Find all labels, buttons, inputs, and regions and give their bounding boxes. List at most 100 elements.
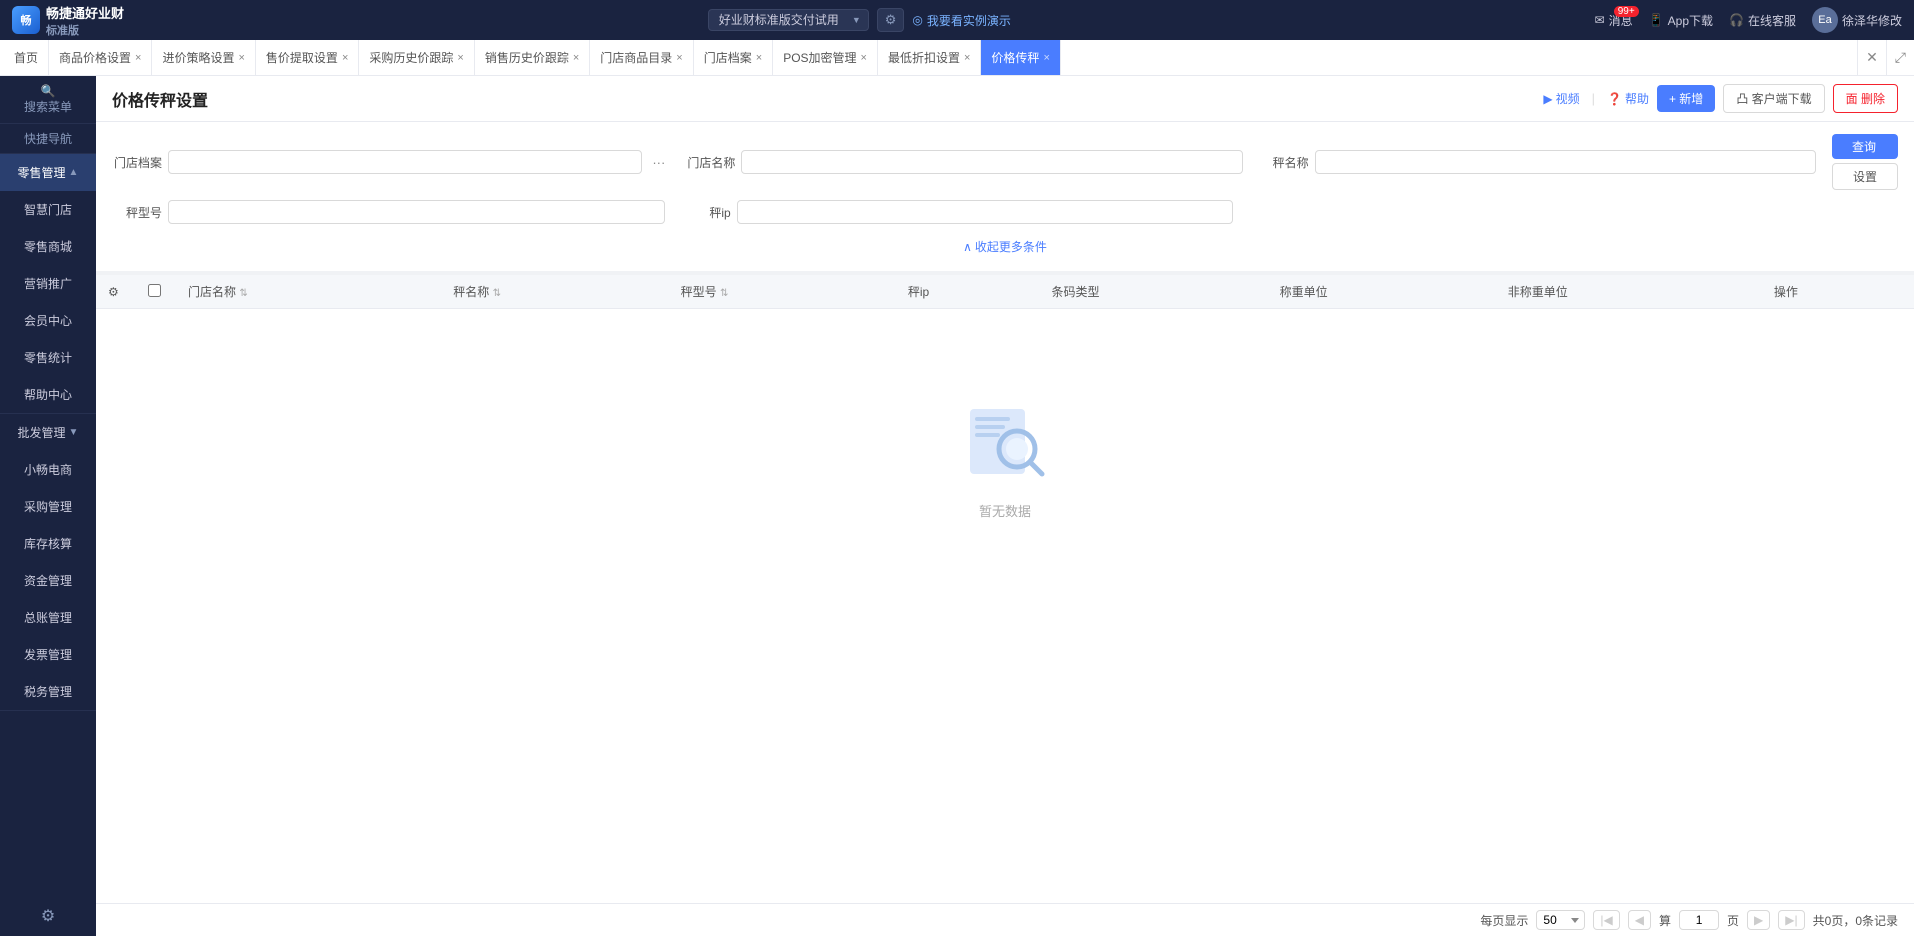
tab-sales-history-close[interactable]: × — [573, 52, 579, 64]
collapse-btn[interactable]: ∧ 收起更多条件 — [963, 238, 1047, 255]
sidebar-item-general-ledger[interactable]: 总账管理 — [0, 599, 96, 636]
download-client-button[interactable]: 凸 客户端下载 — [1723, 84, 1824, 113]
tab-sale-extract[interactable]: 售价提取设置 × — [256, 40, 359, 76]
video-link[interactable]: ▶ 视频 — [1543, 90, 1579, 107]
sidebar-item-tax[interactable]: 税务管理 — [0, 673, 96, 710]
user-menu-btn[interactable]: Ea 徐泽华修改 — [1812, 7, 1902, 33]
sidebar-item-purchase-mgmt-label: 采购管理 — [24, 498, 72, 515]
sidebar-search-label: 搜索菜单 — [6, 98, 90, 115]
sidebar-section-wholesale: 批发管理 ▼ 小畅电商 采购管理 库存核算 资金管理 总账管理 发票管理 税 — [0, 414, 96, 711]
col-scale-model-label: 秤型号 — [681, 285, 717, 299]
col-scale-model-sort-icon[interactable]: ⇅ — [720, 288, 728, 299]
page-word: 算 — [1659, 912, 1671, 929]
page-size-select[interactable]: 10 20 50 100 — [1536, 910, 1585, 930]
sidebar-item-purchase-mgmt[interactable]: 采购管理 — [0, 488, 96, 525]
filter-scale-model: 秤型号 — [112, 200, 665, 224]
tab-store-file[interactable]: 门店档案 × — [694, 40, 773, 76]
sidebar-item-marketing[interactable]: 营销推广 — [0, 265, 96, 302]
tab-pos-encrypt-close[interactable]: × — [861, 52, 867, 64]
tab-expand-btn[interactable]: ⤢ — [1886, 40, 1914, 76]
messages-btn[interactable]: ✉ 消息 99+ — [1595, 12, 1633, 29]
sidebar-item-retail-mgmt[interactable]: 零售管理 ▲ — [0, 154, 96, 191]
tab-close-btn[interactable]: ✕ — [1857, 40, 1886, 76]
online-service-btn[interactable]: 🎧 在线客服 — [1729, 12, 1796, 29]
query-button[interactable]: 查询 — [1832, 134, 1898, 159]
version-select[interactable]: 好业财标准版交付试用 — [708, 9, 869, 31]
col-scale-name-label: 秤名称 — [453, 285, 489, 299]
add-button[interactable]: + 新增 — [1657, 85, 1715, 112]
tab-store-catalog-close[interactable]: × — [676, 52, 682, 64]
tab-purchase-strategy[interactable]: 进价策略设置 × — [152, 40, 255, 76]
tab-sales-history[interactable]: 销售历史价跟踪 × — [475, 40, 590, 76]
filter-scale-ip-input[interactable] — [737, 200, 1234, 224]
col-scale-name-sort-icon[interactable]: ⇅ — [493, 288, 501, 299]
sidebar: 🔍 搜索菜单 快捷导航 零售管理 ▲ 智慧门店 零售商城 营销推广 会员中心 — [0, 76, 96, 936]
top-bar-center: 好业财标准版交付试用 ⚙ ◎ 我要看实例演示 — [708, 8, 1011, 32]
filter-scale-name-input[interactable] — [1315, 150, 1816, 174]
sidebar-item-invoice-label: 发票管理 — [24, 646, 72, 663]
tab-commodity-price-close[interactable]: × — [135, 52, 141, 64]
video-link-label: 视频 — [1556, 90, 1580, 107]
tab-purchase-strategy-close[interactable]: × — [238, 52, 244, 64]
sidebar-item-help-center[interactable]: 帮助中心 — [0, 376, 96, 413]
sidebar-item-inventory[interactable]: 库存核算 — [0, 525, 96, 562]
prev-page-btn[interactable]: ◀ — [1628, 910, 1651, 930]
tab-store-catalog[interactable]: 门店商品目录 × — [590, 40, 693, 76]
tab-sale-extract-label: 售价提取设置 — [266, 49, 338, 66]
sidebar-quick-nav[interactable]: 快捷导航 — [0, 124, 96, 154]
last-page-btn[interactable]: ▶| — [1778, 910, 1804, 930]
sidebar-item-help-center-label: 帮助中心 — [24, 386, 72, 403]
tab-min-discount[interactable]: 最低折扣设置 × — [878, 40, 981, 76]
filter-store-file-input[interactable] — [168, 150, 642, 174]
tab-min-discount-close[interactable]: × — [964, 52, 970, 64]
settings-icon-btn[interactable]: ⚙ — [877, 8, 905, 32]
version-select-wrapper[interactable]: 好业财标准版交付试用 — [708, 9, 869, 31]
app-logo: 畅 畅捷通好业财 标准版 — [12, 3, 124, 38]
sidebar-item-funds[interactable]: 资金管理 — [0, 562, 96, 599]
set-button[interactable]: 设置 — [1832, 163, 1898, 190]
sidebar-item-invoice[interactable]: 发票管理 — [0, 636, 96, 673]
sidebar-search[interactable]: 🔍 搜索菜单 — [0, 76, 96, 124]
page-input[interactable] — [1679, 910, 1719, 930]
sidebar-item-member[interactable]: 会员中心 — [0, 302, 96, 339]
tab-purchase-history-close[interactable]: × — [457, 52, 463, 64]
app-download-btn[interactable]: 📱 App下载 — [1649, 12, 1713, 29]
filter-store-name-input[interactable] — [741, 150, 1242, 174]
sidebar-section-retail: 零售管理 ▲ 智慧门店 零售商城 营销推广 会员中心 零售统计 帮助中心 — [0, 154, 96, 414]
sidebar-item-retail-mall[interactable]: 零售商城 — [0, 228, 96, 265]
tab-sale-extract-close[interactable]: × — [342, 52, 348, 64]
table-check-col[interactable] — [136, 275, 176, 309]
online-service-label: 在线客服 — [1748, 12, 1796, 29]
delete-button[interactable]: 面 删除 — [1833, 84, 1898, 113]
page-title: 价格传秤设置 — [112, 87, 208, 111]
demo-link[interactable]: ◎ 我要看实例演示 — [912, 12, 1011, 29]
tab-home[interactable]: 首页 — [4, 40, 49, 76]
pagination-bar: 每页显示 10 20 50 100 |◀ ◀ 算 页 ▶ ▶| 共0页，0条记录 — [96, 903, 1914, 936]
table-settings-icon[interactable]: ⚙ — [108, 285, 119, 299]
tab-commodity-price[interactable]: 商品价格设置 × — [49, 40, 152, 76]
col-store-name-sort-icon[interactable]: ⇅ — [239, 288, 247, 299]
sidebar-settings-btn[interactable]: ⚙ — [0, 896, 96, 936]
tab-purchase-history[interactable]: 采购历史价跟踪 × — [359, 40, 474, 76]
sidebar-item-ecommerce[interactable]: 小畅电商 — [0, 451, 96, 488]
sidebar-item-wholesale-mgmt[interactable]: 批发管理 ▼ — [0, 414, 96, 451]
next-page-btn[interactable]: ▶ — [1747, 910, 1770, 930]
filter-scale-model-input[interactable] — [168, 200, 665, 224]
tab-price-scale[interactable]: 价格传秤 × — [981, 40, 1060, 76]
tab-pos-encrypt[interactable]: POS加密管理 × — [773, 40, 878, 76]
sidebar-item-smart-store[interactable]: 智慧门店 — [0, 191, 96, 228]
tab-home-label: 首页 — [14, 49, 38, 66]
filter-store-file-dots[interactable]: ··· — [648, 155, 669, 170]
tab-price-scale-label: 价格传秤 — [991, 49, 1039, 66]
help-link[interactable]: ❓ 帮助 — [1607, 90, 1649, 107]
tab-purchase-strategy-label: 进价策略设置 — [162, 49, 234, 66]
help-link-label: 帮助 — [1625, 90, 1649, 107]
sidebar-item-retail-stats[interactable]: 零售统计 — [0, 339, 96, 376]
sidebar-quick-nav-label: 快捷导航 — [6, 130, 90, 147]
tab-price-scale-close[interactable]: × — [1043, 52, 1049, 64]
tab-store-catalog-label: 门店商品目录 — [600, 49, 672, 66]
table-settings-col[interactable]: ⚙ — [96, 275, 136, 309]
select-all-checkbox[interactable] — [148, 284, 161, 297]
tab-store-file-close[interactable]: × — [756, 52, 762, 64]
first-page-btn[interactable]: |◀ — [1593, 910, 1619, 930]
